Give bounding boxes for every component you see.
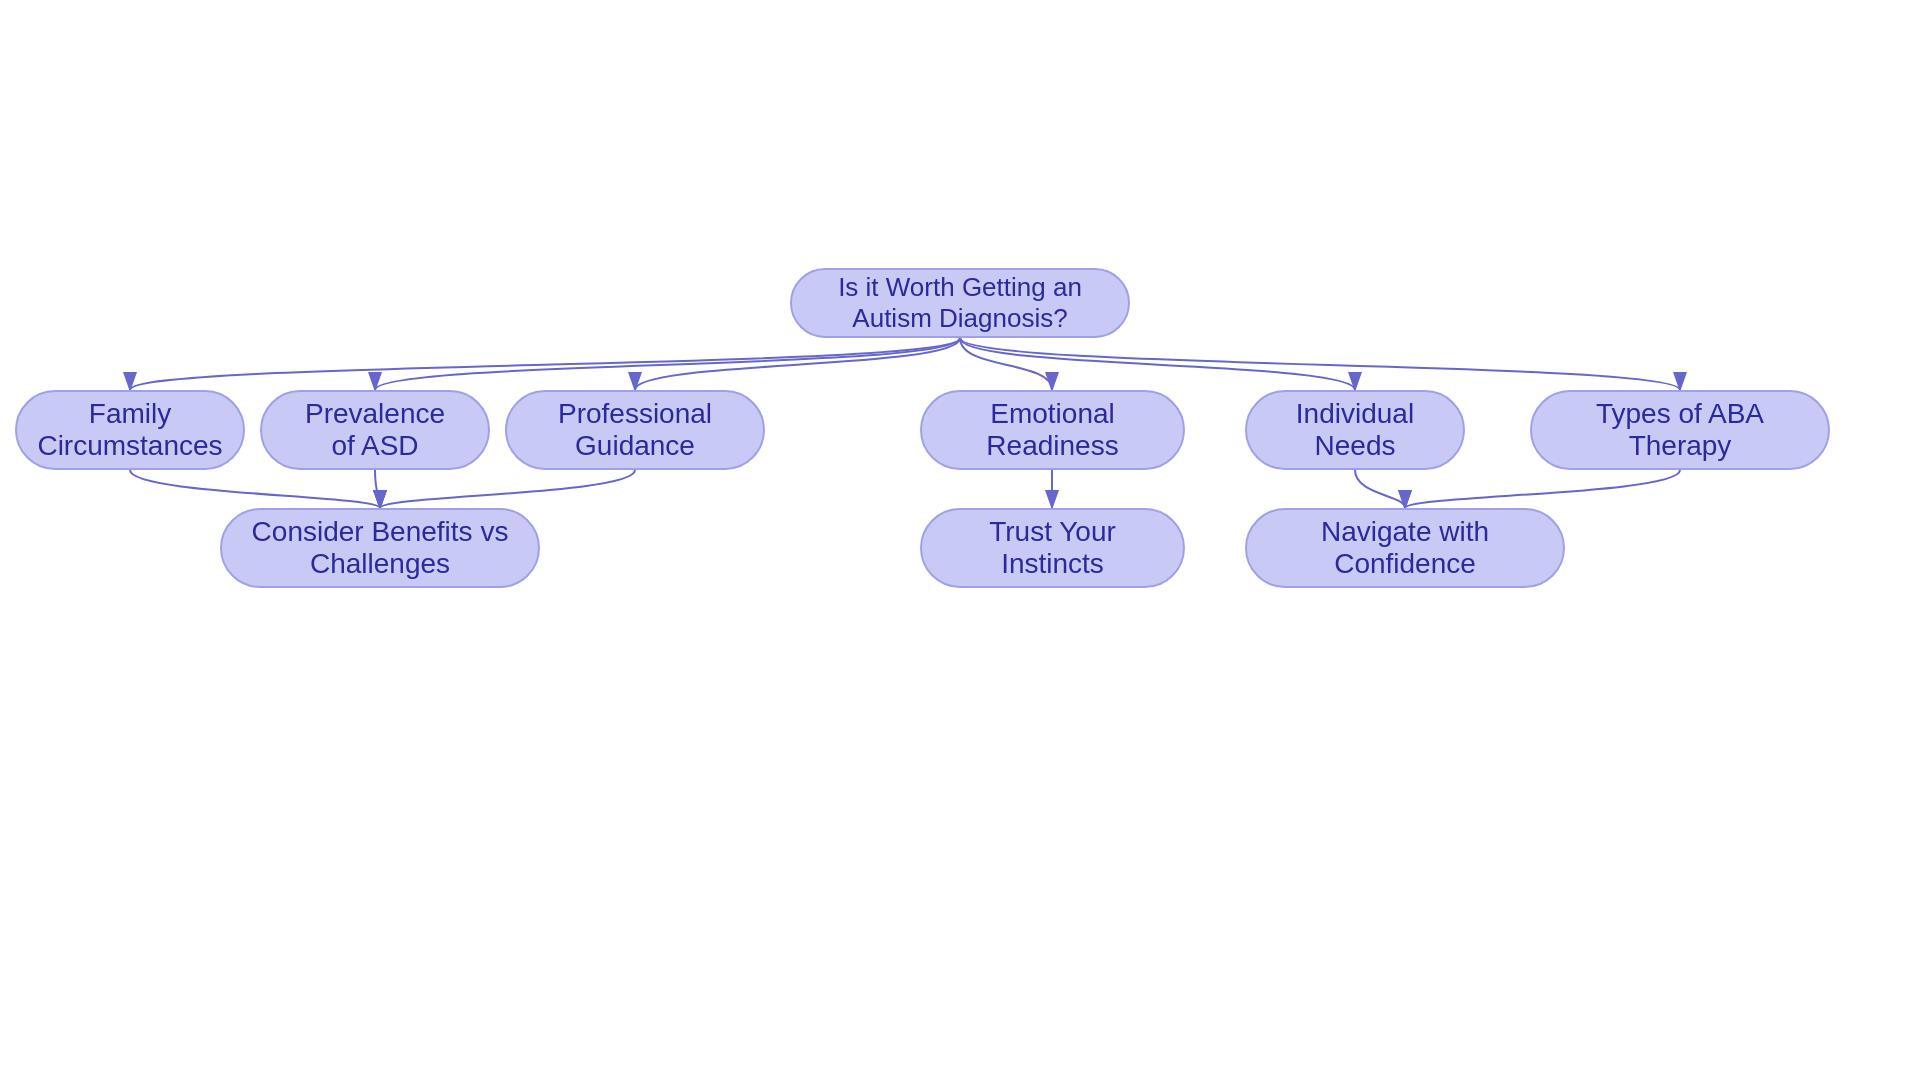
node-trust-instincts: Trust Your Instincts (920, 508, 1185, 588)
node-individual-needs: Individual Needs (1245, 390, 1465, 470)
node-professional-guidance: Professional Guidance (505, 390, 765, 470)
node-types-aba: Types of ABA Therapy (1530, 390, 1830, 470)
node-prevalence-asd: Prevalence of ASD (260, 390, 490, 470)
node-in-label: Individual Needs (1275, 398, 1435, 462)
node-tyi-label: Trust Your Instincts (950, 516, 1155, 580)
node-er-label: Emotional Readiness (950, 398, 1155, 462)
node-aba-label: Types of ABA Therapy (1560, 398, 1800, 462)
node-consider-benefits: Consider Benefits vs Challenges (220, 508, 540, 588)
node-cbc-label: Consider Benefits vs Challenges (250, 516, 510, 580)
node-root: Is it Worth Getting an Autism Diagnosis? (790, 268, 1130, 338)
node-family-circumstances: Family Circumstances (15, 390, 245, 470)
node-navigate-confidence: Navigate with Confidence (1245, 508, 1565, 588)
node-nwc-label: Navigate with Confidence (1275, 516, 1535, 580)
node-fc-label: Family Circumstances (37, 398, 222, 462)
node-root-label: Is it Worth Getting an Autism Diagnosis? (820, 272, 1100, 334)
node-pg-label: Professional Guidance (535, 398, 735, 462)
node-pasd-label: Prevalence of ASD (290, 398, 460, 462)
node-emotional-readiness: Emotional Readiness (920, 390, 1185, 470)
diagram-container: Is it Worth Getting an Autism Diagnosis?… (0, 0, 1920, 1083)
